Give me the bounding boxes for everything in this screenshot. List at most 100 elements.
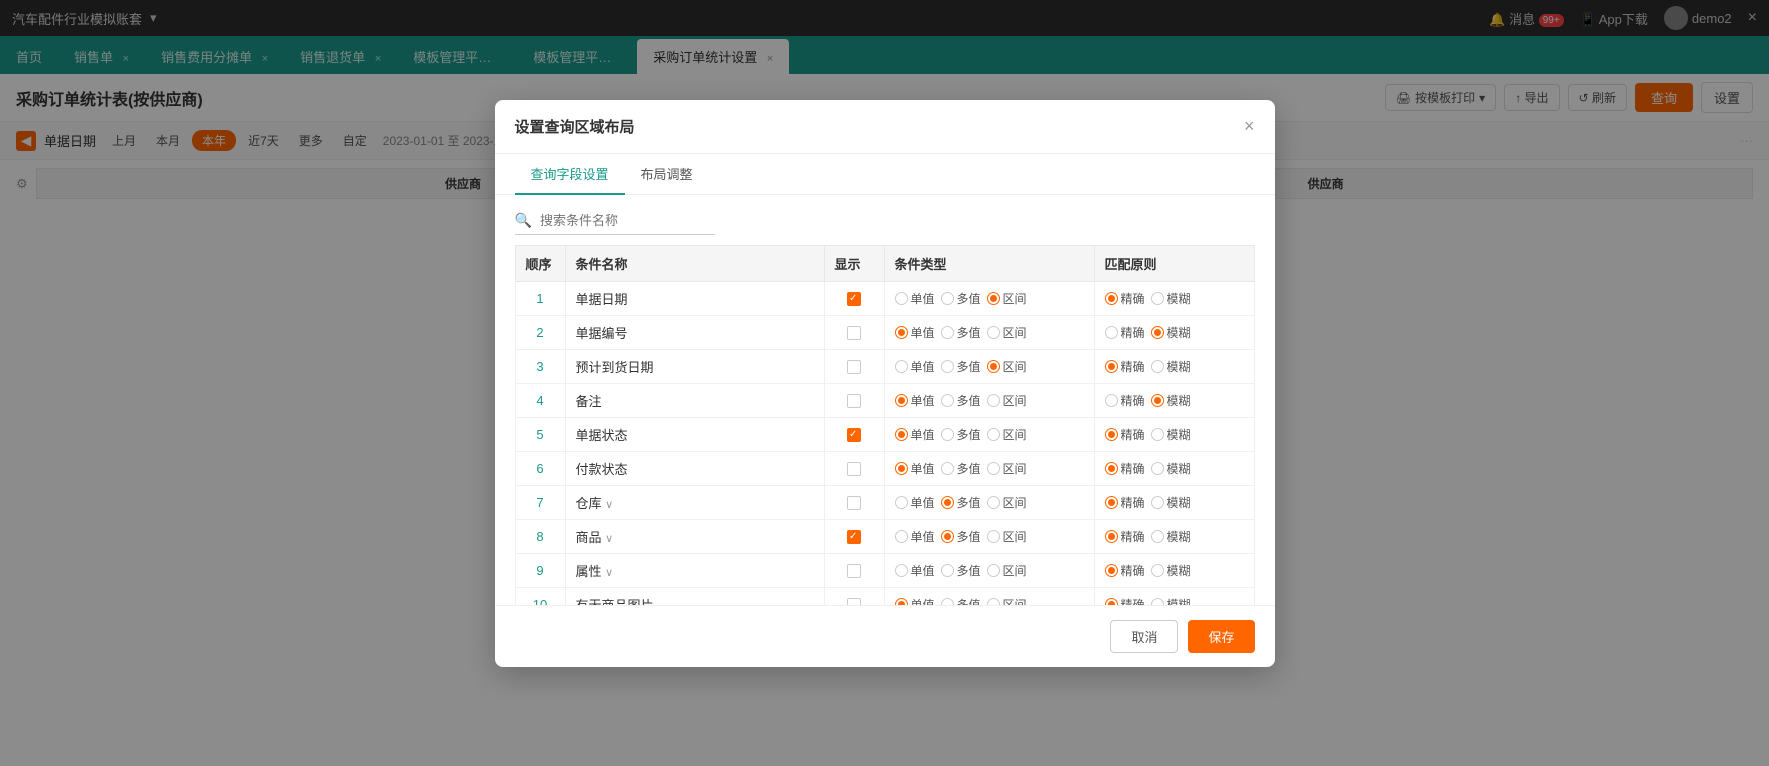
- radio-type-item[interactable]: 区间: [987, 528, 1027, 545]
- radio-rule-item[interactable]: 模糊: [1151, 426, 1191, 443]
- radio-type-item[interactable]: 单值: [895, 562, 935, 579]
- modal-close-button[interactable]: ×: [1244, 117, 1255, 135]
- cell-name: 付款状态: [565, 451, 824, 485]
- show-checkbox[interactable]: [847, 462, 861, 476]
- radio-circle: [941, 292, 954, 305]
- radio-type-item[interactable]: 多值: [941, 596, 981, 605]
- show-checkbox[interactable]: [847, 292, 861, 306]
- radio-type-item[interactable]: 区间: [987, 562, 1027, 579]
- cell-type: 单值多值 区间: [884, 281, 1094, 315]
- radio-type-item[interactable]: 单值: [895, 324, 935, 341]
- radio-label: 多值: [957, 358, 981, 375]
- radio-type-item[interactable]: 区间: [987, 324, 1027, 341]
- radio-type-item[interactable]: 区间: [987, 290, 1027, 307]
- radio-rule-item[interactable]: 精确: [1105, 528, 1145, 545]
- radio-circle: [1151, 462, 1164, 475]
- show-checkbox[interactable]: [847, 564, 861, 578]
- radio-circle: [1105, 292, 1118, 305]
- radio-circle: [941, 530, 954, 543]
- radio-rule-item[interactable]: 模糊: [1151, 528, 1191, 545]
- radio-type-item[interactable]: 区间: [987, 426, 1027, 443]
- radio-type-item[interactable]: 多值: [941, 460, 981, 477]
- radio-type-item[interactable]: 区间: [987, 358, 1027, 375]
- radio-circle: [987, 462, 1000, 475]
- cell-rule: 精确模糊: [1094, 519, 1254, 553]
- radio-type-item[interactable]: 多值: [941, 392, 981, 409]
- radio-type-item[interactable]: 单值: [895, 358, 935, 375]
- radio-rule-item[interactable]: 精确: [1105, 324, 1145, 341]
- radio-type-item[interactable]: 区间: [987, 494, 1027, 511]
- radio-label: 区间: [1003, 494, 1027, 511]
- show-checkbox[interactable]: [847, 598, 861, 605]
- radio-rule-item[interactable]: 精确: [1105, 460, 1145, 477]
- show-checkbox[interactable]: [847, 360, 861, 374]
- radio-type-item[interactable]: 单值: [895, 392, 935, 409]
- radio-label: 多值: [957, 324, 981, 341]
- radio-type-item[interactable]: 多值: [941, 324, 981, 341]
- show-checkbox[interactable]: [847, 326, 861, 340]
- radio-rule-item[interactable]: 精确: [1105, 426, 1145, 443]
- cell-type: 单值多值区间: [884, 553, 1094, 587]
- show-checkbox[interactable]: [847, 530, 861, 544]
- radio-rule-item[interactable]: 模糊: [1151, 290, 1191, 307]
- radio-label: 区间: [1003, 290, 1027, 307]
- radio-type-item[interactable]: 区间: [987, 460, 1027, 477]
- radio-rule-item[interactable]: 精确: [1105, 358, 1145, 375]
- cell-order: 2: [515, 315, 565, 349]
- th-type: 条件类型: [884, 245, 1094, 281]
- show-checkbox[interactable]: [847, 394, 861, 408]
- radio-type-item[interactable]: 多值: [941, 528, 981, 545]
- search-input[interactable]: [536, 211, 720, 230]
- radio-label: 单值: [911, 358, 935, 375]
- save-button[interactable]: 保存: [1188, 620, 1254, 653]
- modal-tab-fields[interactable]: 查询字段设置: [515, 154, 625, 195]
- radio-type-item[interactable]: 多值: [941, 426, 981, 443]
- radio-label: 单值: [911, 290, 935, 307]
- radio-circle: [1105, 326, 1118, 339]
- cell-order: 8: [515, 519, 565, 553]
- radio-circle: [941, 326, 954, 339]
- radio-label: 多值: [957, 392, 981, 409]
- th-show: 显示: [824, 245, 884, 281]
- cell-rule: 精确模糊: [1094, 281, 1254, 315]
- cell-name: 备注: [565, 383, 824, 417]
- radio-rule-item[interactable]: 模糊: [1151, 324, 1191, 341]
- radio-label: 精确: [1121, 392, 1145, 409]
- radio-rule-item[interactable]: 精确: [1105, 290, 1145, 307]
- radio-rule-item[interactable]: 精确: [1105, 494, 1145, 511]
- radio-circle: [1151, 564, 1164, 577]
- radio-label: 区间: [1003, 324, 1027, 341]
- radio-type-item[interactable]: 多值: [941, 562, 981, 579]
- radio-circle: [1151, 292, 1164, 305]
- radio-rule-item[interactable]: 模糊: [1151, 596, 1191, 605]
- config-table: 顺序 条件名称 显示 条件类型 匹配原则 1单据日期单值多值区间精确模糊2单据编…: [515, 245, 1255, 605]
- radio-rule-item[interactable]: 模糊: [1151, 494, 1191, 511]
- radio-type-item[interactable]: 多值: [941, 494, 981, 511]
- cancel-button[interactable]: 取消: [1110, 620, 1178, 653]
- show-checkbox[interactable]: [847, 496, 861, 510]
- radio-type-item[interactable]: 单值: [895, 528, 935, 545]
- show-checkbox[interactable]: [847, 428, 861, 442]
- modal-tab-layout[interactable]: 布局调整: [625, 154, 709, 195]
- radio-rule-item[interactable]: 模糊: [1151, 562, 1191, 579]
- radio-rule-item[interactable]: 精确: [1105, 562, 1145, 579]
- radio-circle: [1151, 598, 1164, 605]
- radio-type-item[interactable]: 多值: [941, 358, 981, 375]
- radio-rule-item[interactable]: 模糊: [1151, 460, 1191, 477]
- radio-type-item[interactable]: 单值: [895, 290, 935, 307]
- radio-type-item[interactable]: 多值: [941, 290, 981, 307]
- radio-rule-item[interactable]: 模糊: [1151, 358, 1191, 375]
- radio-type-item[interactable]: 单值: [895, 460, 935, 477]
- radio-type-item[interactable]: 区间: [987, 392, 1027, 409]
- radio-rule-item[interactable]: 精确: [1105, 392, 1145, 409]
- radio-type-item[interactable]: 单值: [895, 596, 935, 605]
- radio-type-item[interactable]: 区间: [987, 596, 1027, 605]
- radio-circle: [895, 394, 908, 407]
- radio-rule-item[interactable]: 精确: [1105, 596, 1145, 605]
- radio-rule-item[interactable]: 模糊: [1151, 392, 1191, 409]
- radio-type-item[interactable]: 单值: [895, 494, 935, 511]
- radio-type-item[interactable]: 单值: [895, 426, 935, 443]
- radio-circle: [1105, 598, 1118, 605]
- th-name: 条件名称: [565, 245, 824, 281]
- radio-circle: [987, 428, 1000, 441]
